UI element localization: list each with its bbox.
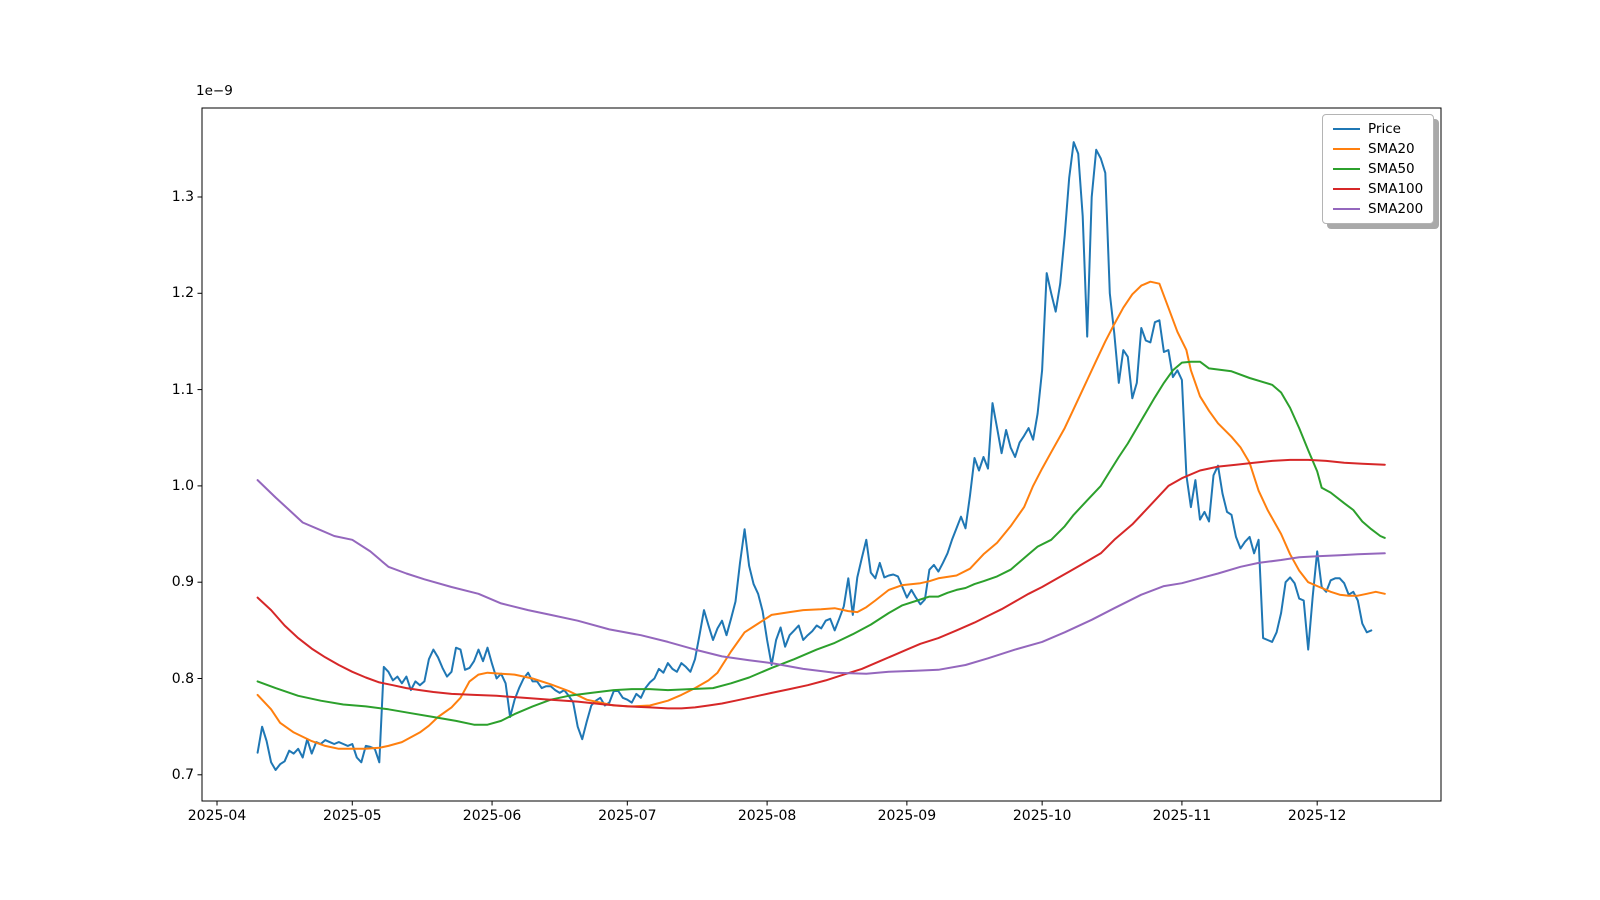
y-tick-label-3: 1.0 xyxy=(171,477,194,494)
chart-figure: 1e−9 2025-04 2025-05 2025-06 2025-07 2025-08… xyxy=(0,0,1600,900)
legend-item-sma200[interactable]: SMA200 xyxy=(1333,202,1423,216)
x-tick-label-7: 2025-11 xyxy=(1152,808,1212,824)
x-tick-label-6: 2025-10 xyxy=(1012,808,1072,824)
x-tick-label-1: 2025-05 xyxy=(323,808,382,824)
x-tick-label-3: 2025-07 xyxy=(598,808,657,824)
legend-label: SMA200 xyxy=(1368,201,1424,217)
legend-item-sma20[interactable]: SMA20 xyxy=(1333,142,1423,156)
legend-item-price[interactable]: Price xyxy=(1333,122,1423,136)
legend-item-sma100[interactable]: SMA100 xyxy=(1333,182,1423,196)
y-tick-label-4: 1.1 xyxy=(171,381,194,398)
x-tick-label-0: 2025-04 xyxy=(187,808,247,824)
legend[interactable]: Price SMA20 SMA50 SMA100 SMA200 xyxy=(1322,114,1435,224)
x-tick-label-5: 2025-09 xyxy=(877,808,937,824)
legend-line-swatch-icon xyxy=(1333,128,1360,130)
legend-line-swatch-icon xyxy=(1333,208,1360,210)
legend-line-swatch-icon xyxy=(1333,168,1360,170)
legend-line-swatch-icon xyxy=(1333,148,1360,150)
sma20-line xyxy=(256,280,1386,750)
sma200-line xyxy=(256,479,1386,675)
legend-item-sma50[interactable]: SMA50 xyxy=(1333,162,1423,176)
y-tick-label-1: 0.8 xyxy=(171,670,194,687)
y-tick-label-0: 0.7 xyxy=(171,766,194,783)
x-tick-label-2: 2025-06 xyxy=(462,808,522,824)
price-line xyxy=(256,141,1373,771)
y-tick-label-6: 1.3 xyxy=(171,188,194,205)
legend-label: SMA50 xyxy=(1368,161,1415,177)
legend-label: Price xyxy=(1368,121,1401,137)
legend-label: SMA20 xyxy=(1368,141,1415,157)
x-tick-label-8: 2025-12 xyxy=(1287,808,1347,824)
axes-border xyxy=(201,107,1442,802)
x-tick-label-4: 2025-08 xyxy=(737,808,797,824)
y-tick-label-5: 1.2 xyxy=(171,285,194,302)
legend-label: SMA100 xyxy=(1368,181,1424,197)
page: { "chart_data": { "type": "line", "title… xyxy=(0,0,1600,900)
legend-line-swatch-icon xyxy=(1333,188,1360,190)
y-tick-label-2: 0.9 xyxy=(171,574,194,591)
